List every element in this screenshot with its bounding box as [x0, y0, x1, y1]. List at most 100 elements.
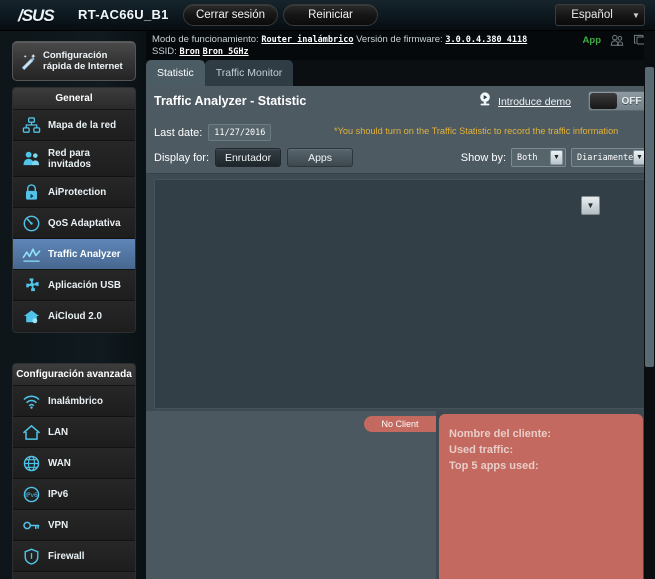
sidebar-item-guest-network[interactable]: Red para invitados — [13, 141, 135, 177]
cloud-home-icon — [22, 307, 41, 326]
sidebar-item-vpn[interactable]: VPN — [13, 510, 135, 541]
sidebar-item-aicloud-label: AiCloud 2.0 — [48, 311, 102, 322]
toggle-state-label: OFF — [621, 95, 642, 107]
display-apps-button[interactable]: Apps — [287, 148, 354, 167]
sidebar-item-usb-application-label: Aplicación USB — [48, 279, 121, 291]
sidebar-group-advanced: Configuración avanzada Inalámbrico LAN W… — [12, 363, 136, 579]
traffic-chart-area: ▼ — [154, 179, 647, 409]
sidebar-group-general-title: General — [13, 88, 135, 110]
network-map-icon — [22, 116, 41, 135]
page-scrollbar-track[interactable] — [644, 31, 655, 579]
sidebar-item-wireless-label: Inalámbrico — [48, 395, 103, 407]
top-bar: /SUS RT-AC66U_B1 Cerrar sesión Reiniciar… — [0, 0, 655, 31]
sidebar-item-guest-network-label: Red para invitados — [48, 147, 92, 170]
bottom-section: No Client Nombre del cliente: Used traff… — [146, 411, 655, 579]
traffic-statistic-warning: *You should turn on the Traffic Statisti… — [334, 126, 619, 136]
usb-puzzle-icon — [22, 276, 41, 295]
tab-statistic[interactable]: Statistic — [146, 60, 205, 86]
display-for-label: Display for: — [154, 151, 210, 164]
sidebar-item-network-map[interactable]: Mapa de la red — [13, 110, 135, 141]
sidebar-item-usb-application[interactable]: Aplicación USB — [13, 270, 135, 301]
firmware-value[interactable]: 3.0.0.4.380_4118 — [445, 35, 527, 45]
sidebar-item-aiprotection[interactable]: AiProtection — [13, 177, 135, 208]
globe-icon — [22, 454, 41, 473]
sidebar-item-vpn-label: VPN — [48, 519, 69, 531]
webcam-play-icon — [477, 91, 493, 112]
sidebar-item-aiprotection-label: AiProtection — [48, 186, 107, 198]
sidebar-item-traffic-analyzer-label: Traffic Analyzer — [48, 248, 121, 260]
last-date-value[interactable]: 11/27/2016 — [208, 124, 272, 141]
introduce-demo-label: Introduce demo — [498, 95, 571, 108]
client-list-area: No Client — [146, 411, 436, 579]
traffic-statistic-toggle[interactable]: OFF — [588, 91, 647, 111]
firmware-label: Versión de firmware: — [356, 34, 443, 45]
ipv6-globe-icon: IPv6 — [22, 485, 41, 504]
vpn-key-icon — [22, 516, 41, 535]
ssid-value-5g[interactable]: Bron_5GHz — [203, 47, 249, 57]
sidebar-item-aicloud[interactable]: AiCloud 2.0 — [13, 301, 135, 332]
language-selector[interactable]: Español ▼ — [555, 4, 645, 26]
operation-mode-value[interactable]: Router inalámbrico — [261, 35, 353, 45]
guest-users-icon — [22, 149, 41, 168]
sidebar-item-ipv6-label: IPv6 — [48, 488, 69, 500]
last-date-label: Last date: — [154, 126, 203, 139]
period-select-value: Diariamente — [577, 152, 633, 163]
chart-dropdown-button[interactable]: ▼ — [581, 196, 600, 215]
sidebar-item-administration[interactable]: Administración — [13, 572, 135, 579]
router-admin-page: /SUS RT-AC66U_B1 Cerrar sesión Reiniciar… — [0, 0, 655, 579]
show-by-row: Show by: Both ▼ Diariamente ▼ — [461, 148, 649, 167]
sidebar-item-adaptive-qos[interactable]: QoS Adaptativa — [13, 208, 135, 239]
show-by-select-value: Both — [517, 152, 538, 163]
sidebar: Configuración rápida de Internet General… — [0, 31, 146, 579]
sidebar-item-firewall-label: Firewall — [48, 550, 85, 562]
top-apps-label: Top 5 apps used: — [449, 460, 539, 472]
sidebar-group-general: General Mapa de la red Red para invitado… — [12, 87, 136, 333]
tab-bar: Statistic Traffic Monitor — [146, 60, 294, 86]
home-icon — [22, 423, 41, 442]
sidebar-item-wireless[interactable]: Inalámbrico — [13, 386, 135, 417]
tab-traffic-monitor[interactable]: Traffic Monitor — [204, 60, 294, 86]
sidebar-item-wan-label: WAN — [48, 457, 71, 469]
display-for-row: Display for: Enrutador Apps — [154, 148, 354, 167]
language-selector-label: Español — [571, 9, 613, 21]
gauge-icon — [22, 214, 41, 233]
quick-internet-setup-button[interactable]: Configuración rápida de Internet — [12, 41, 136, 81]
sidebar-group-advanced-title: Configuración avanzada — [13, 364, 135, 386]
chevron-down-icon: ▼ — [550, 150, 563, 165]
sidebar-item-firewall[interactable]: Firewall — [13, 541, 135, 572]
info-line-ssid: SSID: Bron Bron_5GHz — [152, 46, 249, 57]
last-date-row: Last date: 11/27/2016 — [154, 124, 272, 141]
traffic-graph-icon — [22, 245, 41, 264]
magic-wand-icon — [19, 52, 38, 71]
router-model-name: RT-AC66U_B1 — [78, 7, 169, 22]
sidebar-item-ipv6[interactable]: IPv6 IPv6 — [13, 479, 135, 510]
show-by-select[interactable]: Both ▼ — [511, 148, 566, 167]
display-router-button[interactable]: Enrutador — [215, 148, 282, 167]
sidebar-item-network-map-label: Mapa de la red — [48, 119, 117, 131]
operation-mode-label: Modo de funcionamiento: — [152, 34, 259, 45]
app-link[interactable]: App — [583, 35, 601, 46]
panel-header: Traffic Analyzer - Statistic Introduce d… — [146, 86, 655, 174]
ssid-label: SSID: — [152, 46, 177, 57]
toggle-knob — [590, 93, 617, 109]
lock-shield-icon — [22, 183, 41, 202]
reboot-button[interactable]: Reiniciar — [283, 4, 378, 26]
users-icon[interactable] — [610, 34, 624, 47]
sidebar-item-traffic-analyzer[interactable]: Traffic Analyzer — [13, 239, 135, 270]
client-name-label: Nombre del cliente: — [449, 428, 552, 440]
ssid-value-2g[interactable]: Bron — [179, 47, 199, 57]
logout-button[interactable]: Cerrar sesión — [183, 4, 278, 26]
sidebar-item-lan[interactable]: LAN — [13, 417, 135, 448]
asus-logo: /SUS — [18, 6, 55, 25]
chevron-down-icon: ▼ — [632, 10, 640, 20]
info-icon-group: App — [583, 34, 647, 47]
page-title: Traffic Analyzer - Statistic — [154, 94, 307, 108]
period-select[interactable]: Diariamente ▼ — [571, 148, 649, 167]
router-info-strip: Modo de funcionamiento: Router inalámbri… — [146, 31, 655, 60]
introduce-demo-button[interactable]: Introduce demo — [477, 91, 571, 112]
page-scrollbar-thumb[interactable] — [645, 67, 654, 367]
no-client-badge: No Client — [364, 416, 436, 432]
used-traffic-label: Used traffic: — [449, 444, 514, 456]
sidebar-item-wan[interactable]: WAN — [13, 448, 135, 479]
shield-icon — [22, 547, 41, 566]
